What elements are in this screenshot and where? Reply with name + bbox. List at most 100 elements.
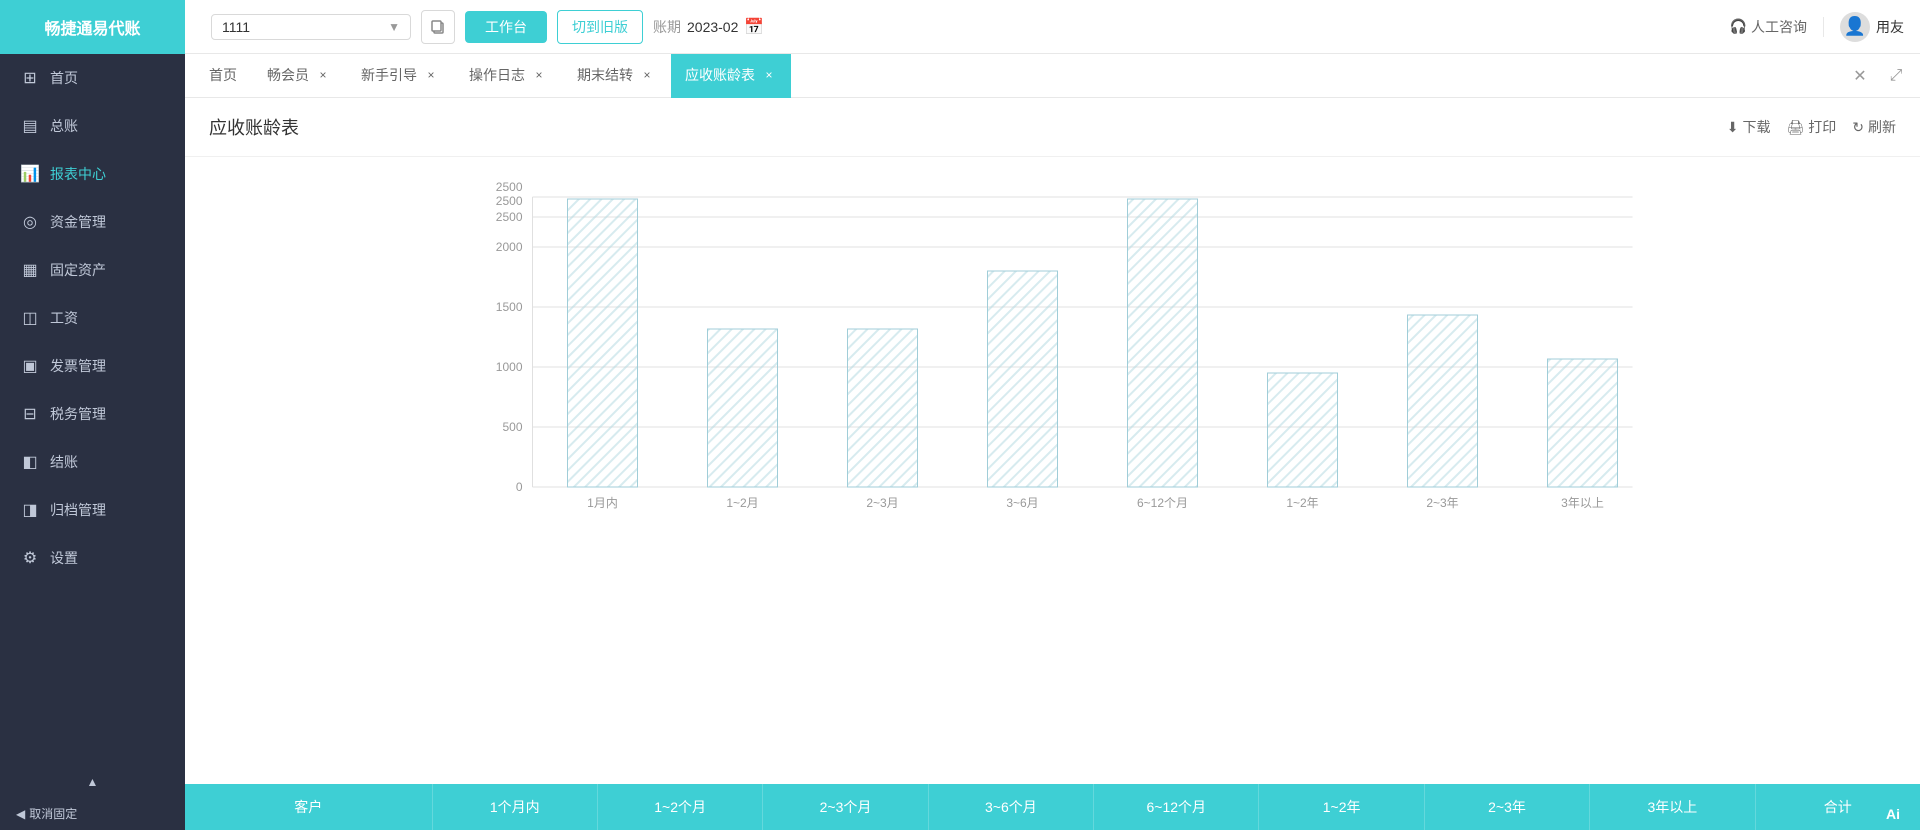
tab-close-icon[interactable]: × — [639, 67, 655, 83]
consult-label: 人工咨询 — [1751, 17, 1807, 37]
svg-text:2~3年: 2~3年 — [1426, 496, 1458, 510]
user-name: 用友 — [1876, 17, 1904, 37]
sidebar-item-label: 首页 — [50, 68, 78, 88]
tab-aging[interactable]: 应收账龄表 × — [671, 54, 791, 98]
tab-close-icon[interactable]: × — [761, 67, 777, 83]
sidebar-item-label: 工资 — [50, 308, 78, 328]
tab-member[interactable]: 畅会员 × — [253, 54, 345, 98]
svg-text:2000: 2000 — [496, 240, 523, 254]
tab-oplog[interactable]: 操作日志 × — [455, 54, 561, 98]
chart-container: 0 500 1000 1500 2000 2500 2500 2500 — [215, 177, 1890, 537]
sidebar-item-settings[interactable]: ⚙ 设置 — [0, 534, 185, 582]
switch-version-button[interactable]: 切到旧版 — [557, 10, 643, 44]
sidebar-item-funds[interactable]: ◎ 资金管理 — [0, 198, 185, 246]
print-icon: 🖨 — [1786, 119, 1804, 136]
bar-chart: 0 500 1000 1500 2000 2500 2500 2500 — [215, 177, 1890, 537]
expand-tab-button[interactable]: ⤢ — [1882, 62, 1910, 90]
tab-label: 新手引导 — [361, 65, 417, 85]
svg-text:1月内: 1月内 — [587, 496, 618, 510]
sidebar-item-archive[interactable]: ◨ 归档管理 — [0, 486, 185, 534]
settings-icon: ⚙ — [20, 548, 40, 568]
tab-label: 期末结转 — [577, 65, 633, 85]
tab-label: 应收账龄表 — [685, 65, 755, 85]
sidebar-item-checkout[interactable]: ◧ 结账 — [0, 438, 185, 486]
ai-badge[interactable]: Ai — [1866, 798, 1920, 830]
sidebar-item-reports[interactable]: 📊 报表中心 — [0, 150, 185, 198]
svg-text:2~3月: 2~3月 — [866, 496, 898, 510]
sidebar-item-label: 固定资产 — [50, 260, 106, 280]
avatar: 👤 — [1840, 12, 1870, 42]
main-layout: ⊞ 首页 ▤ 总账 📊 报表中心 ◎ 资金管理 ▦ 固定资产 ◫ 工资 — [0, 54, 1920, 830]
period-label: 账期 — [653, 17, 681, 37]
page-header: 应收账龄表 ⬇ 下载 🖨 打印 ↻ 刷新 — [185, 98, 1920, 157]
pin-icon: ◀ — [16, 807, 25, 821]
sidebar-item-home[interactable]: ⊞ 首页 — [0, 54, 185, 102]
assets-icon: ▦ — [20, 260, 40, 280]
download-label: 下载 — [1742, 117, 1770, 137]
refresh-label: 刷新 — [1868, 117, 1896, 137]
th-2-3month: 2~3个月 — [763, 784, 928, 830]
tab-home[interactable]: 首页 — [195, 54, 251, 98]
bar-7 — [1408, 315, 1478, 487]
sidebar-item-label: 发票管理 — [50, 356, 106, 376]
svg-text:6~12个月: 6~12个月 — [1137, 496, 1188, 510]
sidebar-scroll-up[interactable]: ▲ — [0, 767, 185, 797]
table-header: 客户 1个月内 1~2个月 2~3个月 3~6个月 6~12个月 — [185, 784, 1920, 830]
th-2-3year: 2~3年 — [1425, 784, 1590, 830]
refresh-button[interactable]: ↻ 刷新 — [1852, 117, 1896, 137]
sidebar-item-label: 结账 — [50, 452, 78, 472]
print-button[interactable]: 🖨 打印 — [1786, 117, 1836, 137]
refresh-icon: ↻ — [1852, 119, 1864, 136]
period-area: 账期 2023-02 📅 — [653, 17, 764, 37]
svg-text:2500: 2500 — [496, 210, 523, 224]
invoice-icon: ▣ — [20, 356, 40, 376]
tab-close-icon[interactable]: × — [531, 67, 547, 83]
sidebar-item-assets[interactable]: ▦ 固定资产 — [0, 246, 185, 294]
bar-2 — [708, 329, 778, 487]
svg-text:2500: 2500 — [496, 194, 523, 208]
download-button[interactable]: ⬇ 下载 — [1727, 117, 1771, 137]
page-content: 应收账龄表 ⬇ 下载 🖨 打印 ↻ 刷新 — [185, 98, 1920, 830]
funds-icon: ◎ — [20, 212, 40, 232]
cancel-fixed-button[interactable]: ◀ 取消固定 — [0, 797, 185, 830]
consult-button[interactable]: 🎧 人工咨询 — [1730, 17, 1807, 37]
header-divider — [1823, 17, 1824, 37]
user-area[interactable]: 👤 用友 — [1840, 12, 1904, 42]
checkout-icon: ◧ — [20, 452, 40, 472]
top-header: 畅捷通易代账 1111 ▼ 工作台 切到旧版 账期 2023-02 📅 🎧 人工… — [0, 0, 1920, 54]
sidebar-item-label: 设置 — [50, 548, 78, 568]
svg-text:1~2月: 1~2月 — [726, 496, 758, 510]
tab-close-icon[interactable]: × — [315, 67, 331, 83]
company-selector[interactable]: 1111 ▼ — [211, 14, 411, 40]
workbench-button[interactable]: 工作台 — [465, 11, 547, 43]
close-tab-button[interactable]: ✕ — [1846, 62, 1874, 90]
ledger-icon: ▤ — [20, 116, 40, 136]
tax-icon: ⊟ — [20, 404, 40, 424]
salary-icon: ◫ — [20, 308, 40, 328]
print-label: 打印 — [1808, 117, 1836, 137]
page-actions: ⬇ 下载 🖨 打印 ↻ 刷新 — [1727, 117, 1896, 137]
svg-text:3~6月: 3~6月 — [1006, 496, 1038, 510]
copy-button[interactable] — [421, 10, 455, 44]
tab-close-icon[interactable]: × — [423, 67, 439, 83]
cancel-fixed-label: 取消固定 — [29, 805, 77, 822]
tab-period-end[interactable]: 期末结转 × — [563, 54, 669, 98]
sidebar-item-tax[interactable]: ⊟ 税务管理 — [0, 390, 185, 438]
company-name: 1111 — [222, 19, 382, 35]
bar-8 — [1548, 359, 1618, 487]
sidebar-item-salary[interactable]: ◫ 工资 — [0, 294, 185, 342]
tab-guide[interactable]: 新手引导 × — [347, 54, 453, 98]
sidebar-item-ledger[interactable]: ▤ 总账 — [0, 102, 185, 150]
tab-label: 首页 — [209, 65, 237, 85]
logo-area: 畅捷通易代账 — [0, 0, 185, 54]
page-title: 应收账龄表 — [209, 114, 299, 140]
th-1month: 1个月内 — [433, 784, 598, 830]
sidebar-item-invoice[interactable]: ▣ 发票管理 — [0, 342, 185, 390]
period-value: 2023-02 — [687, 19, 738, 35]
calendar-icon[interactable]: 📅 — [744, 17, 764, 37]
svg-text:500: 500 — [502, 420, 522, 434]
content-area: 首页 畅会员 × 新手引导 × 操作日志 × 期末结转 × 应收账龄表 × — [185, 54, 1920, 830]
bar-4 — [988, 271, 1058, 487]
bar-5 — [1128, 199, 1198, 487]
sidebar-nav: ⊞ 首页 ▤ 总账 📊 报表中心 ◎ 资金管理 ▦ 固定资产 ◫ 工资 — [0, 54, 185, 767]
